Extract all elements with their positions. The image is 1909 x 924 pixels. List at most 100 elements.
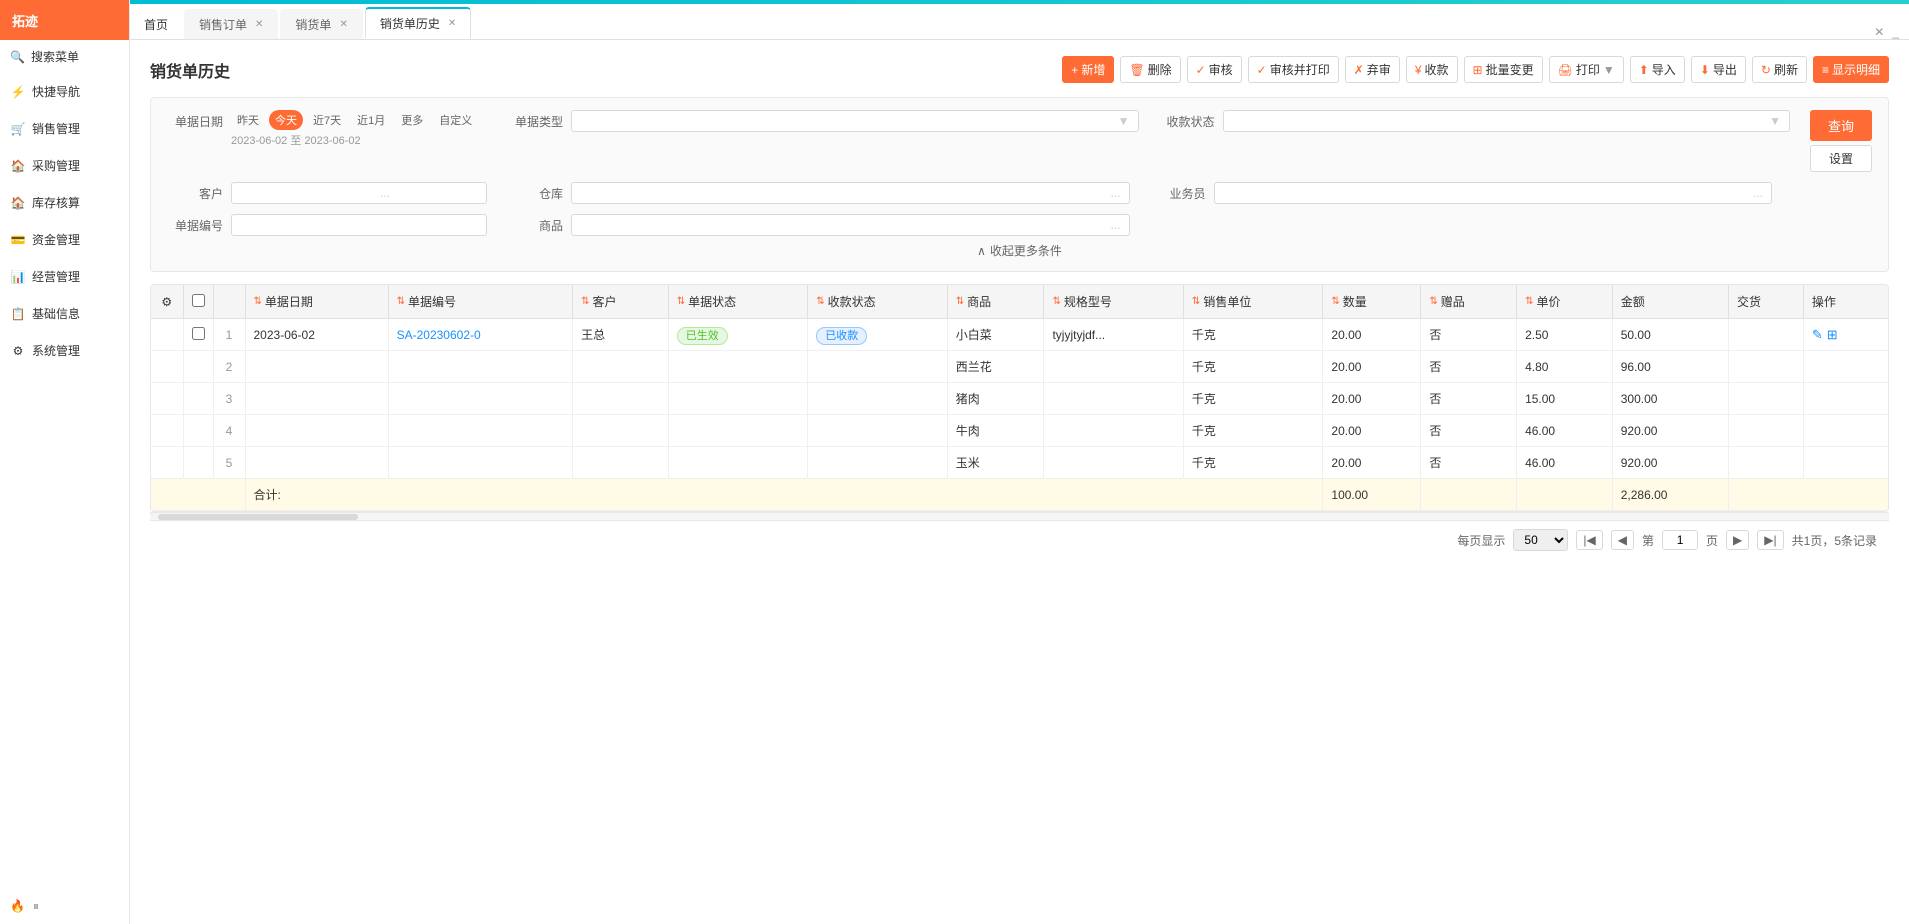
date-shortcut-7days[interactable]: 近7天 xyxy=(307,110,347,130)
sidebar-item-search-menu[interactable]: 🔍 搜索菜单 xyxy=(0,40,129,73)
row-date xyxy=(245,415,388,447)
row-trade xyxy=(1729,415,1804,447)
row-action[interactable] xyxy=(1803,351,1888,383)
sidebar-bottom-icon2[interactable]: ⏸ xyxy=(33,899,39,914)
warehouse-dots[interactable]: ... xyxy=(1110,186,1120,200)
tab-home[interactable]: 首页 xyxy=(130,10,182,39)
export-button[interactable]: ⬇ 导出 xyxy=(1691,56,1746,83)
sidebar-item-operations[interactable]: 📊 经营管理 xyxy=(0,258,129,295)
date-shortcut-more[interactable]: 更多 xyxy=(395,110,429,130)
sidebar-item-sales-mgmt[interactable]: 🛒 销售管理 xyxy=(0,110,129,147)
window-close-btn[interactable]: ✕ xyxy=(1874,25,1884,39)
row-action[interactable] xyxy=(1803,383,1888,415)
row-action[interactable] xyxy=(1803,415,1888,447)
row-docno[interactable]: SA-20230602-0 xyxy=(388,319,573,351)
product-dots[interactable]: ... xyxy=(1110,218,1120,232)
date-shortcut-yesterday[interactable]: 昨天 xyxy=(231,110,265,130)
edit-icon[interactable]: ✎ xyxy=(1812,327,1823,342)
product-input-wrap: ... xyxy=(571,214,1130,236)
date-filter: 单据日期 昨天 今天 近7天 近1月 更多 自定义 2023-06-02 至 2… xyxy=(167,110,487,148)
th-quantity[interactable]: ⇅ 数量 xyxy=(1323,285,1421,319)
th-payment-status[interactable]: ⇅ 收款状态 xyxy=(808,285,947,319)
th-product[interactable]: ⇅ 商品 xyxy=(947,285,1044,319)
th-unit[interactable]: ⇅ 销售单位 xyxy=(1183,285,1322,319)
row-checkbox[interactable] xyxy=(183,351,213,383)
sidebar-nav-label: 库存核算 xyxy=(32,194,80,211)
first-page-button[interactable]: |◀ xyxy=(1576,530,1602,550)
row-checkbox-input[interactable] xyxy=(192,327,205,340)
prev-page-button[interactable]: ◀ xyxy=(1611,530,1634,550)
last-page-button[interactable]: ▶| xyxy=(1757,530,1783,550)
sidebar-bottom-icon1[interactable]: 🔥 xyxy=(10,899,25,914)
page-number-input[interactable] xyxy=(1662,530,1698,550)
sidebar-item-system[interactable]: ⚙ 系统管理 xyxy=(0,332,129,369)
tab-sales-order[interactable]: 销售订单 ✕ xyxy=(184,9,278,39)
collapse-button[interactable]: ∧ 收起更多条件 xyxy=(167,242,1872,259)
sidebar-item-quick-nav[interactable]: ⚡ 快捷导航 xyxy=(0,73,129,110)
audit-print-button[interactable]: ✓ 审核并打印 xyxy=(1248,56,1339,83)
next-page-button[interactable]: ▶ xyxy=(1726,530,1749,550)
copy-icon[interactable]: ⊞ xyxy=(1827,327,1838,342)
audit-button[interactable]: ✓ 审核 xyxy=(1187,56,1242,83)
salesperson-dots[interactable]: ... xyxy=(1753,186,1763,200)
th-docno[interactable]: ⇅ 单据编号 xyxy=(388,285,573,319)
show-detail-button[interactable]: ≡ 显示明细 xyxy=(1813,56,1889,83)
th-spec[interactable]: ⇅ 规格型号 xyxy=(1044,285,1183,319)
window-minimize-btn[interactable]: _ xyxy=(1892,25,1899,39)
batch-change-button[interactable]: ⊞ 批量变更 xyxy=(1464,56,1543,83)
tab-close-sales-delivery[interactable]: ✕ xyxy=(339,19,347,30)
delete-button[interactable]: 🗑 删除 xyxy=(1120,56,1180,83)
sidebar-item-inventory[interactable]: 🏠 库存核算 xyxy=(0,184,129,221)
tab-close-sales-history[interactable]: ✕ xyxy=(448,18,456,29)
th-doc-status[interactable]: ⇅ 单据状态 xyxy=(668,285,807,319)
sidebar-item-basic-info[interactable]: 📋 基础信息 xyxy=(0,295,129,332)
row-checkbox[interactable] xyxy=(183,319,213,351)
print-button[interactable]: 🖨 打印 ▼ xyxy=(1549,56,1624,83)
warehouse-label: 仓库 xyxy=(507,185,563,202)
docno-input[interactable] xyxy=(240,218,400,232)
page-size-label: 每页显示 xyxy=(1457,532,1505,549)
payment-status-select[interactable]: ▼ xyxy=(1223,110,1791,132)
sidebar-item-purchase-mgmt[interactable]: 🏠 采购管理 xyxy=(0,147,129,184)
row-checkbox[interactable] xyxy=(183,383,213,415)
page-size-select[interactable]: 50 100 200 xyxy=(1513,529,1568,551)
customer-input[interactable] xyxy=(240,186,380,200)
row-checkbox[interactable] xyxy=(183,415,213,447)
pagination: 每页显示 50 100 200 |◀ ◀ 第 页 ▶ ▶| 共1页，5条记录 xyxy=(150,520,1889,559)
abandon-button[interactable]: ✗ 弃审 xyxy=(1345,56,1400,83)
warehouse-input[interactable] xyxy=(580,186,1110,200)
refresh-button[interactable]: ↻ 刷新 xyxy=(1752,56,1807,83)
row-product: 小白菜 xyxy=(947,319,1044,351)
th-gift[interactable]: ⇅ 赠品 xyxy=(1421,285,1517,319)
date-shortcut-today[interactable]: 今天 xyxy=(269,110,303,130)
product-input[interactable] xyxy=(580,218,1110,232)
date-shortcut-custom[interactable]: 自定义 xyxy=(433,110,478,130)
th-price[interactable]: ⇅ 单价 xyxy=(1517,285,1613,319)
customer-input-wrap: ... xyxy=(231,182,487,204)
tab-close-sales-order[interactable]: ✕ xyxy=(255,19,263,30)
query-button[interactable]: 查询 xyxy=(1810,110,1872,141)
doc-type-label: 单据类型 xyxy=(507,113,563,130)
row-checkbox[interactable] xyxy=(183,447,213,479)
print-dropdown-icon: ▼ xyxy=(1603,63,1615,77)
doc-type-select[interactable]: ▼ xyxy=(571,110,1139,132)
add-button[interactable]: + 新增 xyxy=(1062,56,1114,83)
th-customer[interactable]: ⇅ 客户 xyxy=(573,285,669,319)
tab-sales-history[interactable]: 销货单历史 ✕ xyxy=(365,7,471,39)
select-all-checkbox[interactable] xyxy=(192,294,205,307)
th-settings[interactable]: ⚙ xyxy=(151,285,183,319)
settings-button[interactable]: 设置 xyxy=(1810,145,1872,172)
collect-button[interactable]: ¥ 收款 xyxy=(1406,56,1458,83)
date-label: 单据日期 xyxy=(167,110,223,130)
tab-sales-delivery[interactable]: 销货单 ✕ xyxy=(280,9,362,39)
row-action[interactable] xyxy=(1803,447,1888,479)
import-button[interactable]: ⬆ 导入 xyxy=(1630,56,1685,83)
row-action[interactable]: ✎⊞ xyxy=(1803,319,1888,351)
th-date[interactable]: ⇅ 单据日期 xyxy=(245,285,388,319)
salesperson-input[interactable] xyxy=(1223,186,1753,200)
th-checkbox[interactable] xyxy=(183,285,213,319)
date-shortcut-1month[interactable]: 近1月 xyxy=(351,110,391,130)
horizontal-scrollbar[interactable] xyxy=(150,512,1889,520)
sidebar-item-finance[interactable]: 💳 资金管理 xyxy=(0,221,129,258)
customer-dots[interactable]: ... xyxy=(380,186,390,200)
